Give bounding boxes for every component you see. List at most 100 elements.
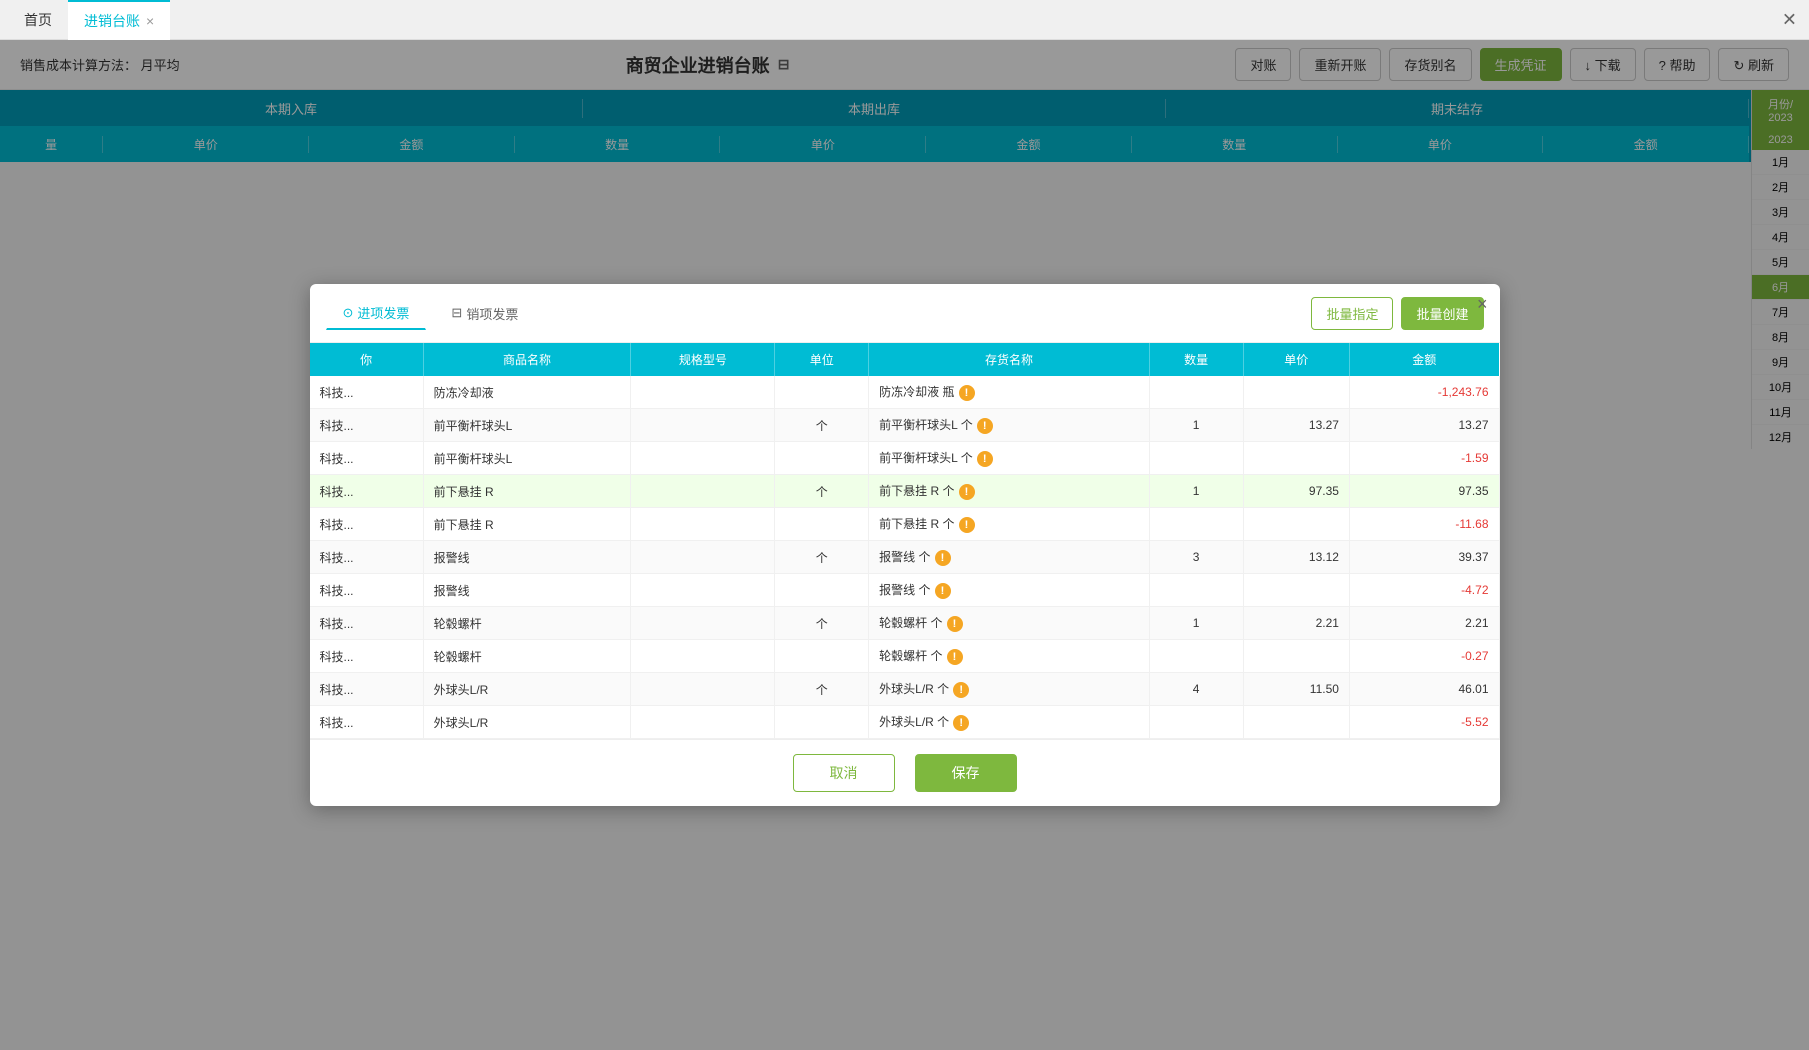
table-cell: 外球头L/R xyxy=(423,706,631,739)
table-cell xyxy=(631,409,775,442)
dialog-footer: 取消 保存 xyxy=(310,739,1500,806)
table-cell: 个 xyxy=(775,409,869,442)
table-cell: 个 xyxy=(775,475,869,508)
table-cell xyxy=(631,442,775,475)
table-cell: 97.35 xyxy=(1349,475,1499,508)
table-cell xyxy=(1149,376,1243,409)
inventory-name: 报警线 个 xyxy=(879,583,930,597)
table-cell xyxy=(775,706,869,739)
table-cell xyxy=(1243,640,1349,673)
dialog-table: 你 商品名称 规格型号 单位 存货名称 数量 单价 金额 科技...防冻冷却液防… xyxy=(310,343,1500,739)
table-row: 科技...轮毂螺杆轮毂螺杆 个!-0.27 xyxy=(310,640,1500,673)
window-close-button[interactable]: ✕ xyxy=(1782,9,1797,30)
table-cell: 3 xyxy=(1149,541,1243,574)
tab-input-label: 进项发票 xyxy=(357,303,409,322)
table-cell: -1,243.76 xyxy=(1349,376,1499,409)
inventory-name: 轮毂螺杆 个 xyxy=(879,649,942,663)
table-cell xyxy=(631,376,775,409)
table-cell: 报警线 个! xyxy=(869,574,1150,607)
table-row: 科技...防冻冷却液防冻冷却液 瓶!-1,243.76 xyxy=(310,376,1500,409)
table-cell: 前下悬挂 R 个! xyxy=(869,475,1150,508)
inventory-name: 前平衡杆球头L 个 xyxy=(879,418,973,432)
table-cell: 1 xyxy=(1149,409,1243,442)
inventory-name: 防冻冷却液 瓶 xyxy=(879,385,954,399)
tab-home[interactable]: 首页 xyxy=(8,0,68,40)
inventory-name: 轮毂螺杆 个 xyxy=(879,616,942,630)
table-row: 科技...外球头L/R外球头L/R 个!-5.52 xyxy=(310,706,1500,739)
warning-icon: ! xyxy=(959,517,975,533)
table-cell: 科技... xyxy=(310,376,424,409)
table-cell xyxy=(631,508,775,541)
table-row: 科技...外球头L/R个外球头L/R 个!411.5046.01 xyxy=(310,673,1500,706)
warning-icon: ! xyxy=(977,451,993,467)
table-cell: 前平衡杆球头L xyxy=(423,409,631,442)
table-row: 科技...前平衡杆球头L个前平衡杆球头L 个!113.2713.27 xyxy=(310,409,1500,442)
table-cell xyxy=(1149,640,1243,673)
th-qty: 数量 xyxy=(1149,343,1243,376)
table-cell: 外球头L/R 个! xyxy=(869,706,1150,739)
table-cell: 46.01 xyxy=(1349,673,1499,706)
table-cell xyxy=(1149,574,1243,607)
th-product-name: 商品名称 xyxy=(423,343,631,376)
table-cell: 科技... xyxy=(310,508,424,541)
cancel-button[interactable]: 取消 xyxy=(793,754,895,792)
warning-icon: ! xyxy=(947,649,963,665)
table-row: 科技...前下悬挂 R前下悬挂 R 个!-11.68 xyxy=(310,508,1500,541)
table-cell: 前下悬挂 R xyxy=(423,475,631,508)
warning-icon: ! xyxy=(935,550,951,566)
warning-icon: ! xyxy=(953,715,969,731)
table-cell: 4 xyxy=(1149,673,1243,706)
table-cell: -4.72 xyxy=(1349,574,1499,607)
tab-ledger-close[interactable]: × xyxy=(146,13,154,29)
table-cell: 轮毂螺杆 个! xyxy=(869,607,1150,640)
save-button[interactable]: 保存 xyxy=(915,754,1017,792)
table-cell: 2.21 xyxy=(1349,607,1499,640)
table-cell: 个 xyxy=(775,607,869,640)
tab-output-invoice[interactable]: ⊟ 销项发票 xyxy=(434,297,535,330)
modal-overlay: ⊙ 进项发票 ⊟ 销项发票 批量指定 批量创建 × 你 xyxy=(0,40,1809,1050)
tab-ledger-label: 进销台账 xyxy=(84,11,140,31)
table-cell: 报警线 xyxy=(423,541,631,574)
table-cell xyxy=(631,640,775,673)
table-cell xyxy=(1243,574,1349,607)
inventory-name: 外球头L/R 个 xyxy=(879,715,949,729)
tab-output-label: 销项发票 xyxy=(466,304,518,323)
table-cell: 科技... xyxy=(310,673,424,706)
table-cell: 科技... xyxy=(310,574,424,607)
table-cell: 报警线 xyxy=(423,574,631,607)
table-cell: 轮毂螺杆 个! xyxy=(869,640,1150,673)
table-cell: 2.21 xyxy=(1243,607,1349,640)
tab-ledger[interactable]: 进销台账 × xyxy=(68,0,170,40)
invoice-dialog: ⊙ 进项发票 ⊟ 销项发票 批量指定 批量创建 × 你 xyxy=(310,284,1500,806)
tab-input-invoice[interactable]: ⊙ 进项发票 xyxy=(326,296,427,330)
th-col1: 你 xyxy=(310,343,424,376)
table-cell xyxy=(1243,376,1349,409)
table-row: 科技...报警线 报警线 个! -4.72 xyxy=(310,574,1500,607)
tab-output-icon: ⊟ xyxy=(451,305,462,321)
table-cell: -11.68 xyxy=(1349,508,1499,541)
dialog-close-button[interactable]: × xyxy=(1477,294,1488,315)
warning-icon: ! xyxy=(959,385,975,401)
table-cell: 前平衡杆球头L xyxy=(423,442,631,475)
table-cell: 97.35 xyxy=(1243,475,1349,508)
inventory-name: 外球头L/R 个 xyxy=(879,682,949,696)
dialog-header: ⊙ 进项发票 ⊟ 销项发票 批量指定 批量创建 × xyxy=(310,284,1500,343)
batch-create-button[interactable]: 批量创建 xyxy=(1401,297,1483,330)
batch-specify-button[interactable]: 批量指定 xyxy=(1311,297,1393,330)
dialog-header-actions: 批量指定 批量创建 xyxy=(1311,297,1483,330)
table-cell xyxy=(631,574,775,607)
table-cell: 报警线 个! xyxy=(869,541,1150,574)
table-cell: 1 xyxy=(1149,475,1243,508)
table-cell xyxy=(1243,706,1349,739)
table-cell: 科技... xyxy=(310,475,424,508)
table-cell xyxy=(1149,508,1243,541)
inventory-name: 报警线 个 xyxy=(879,550,930,564)
table-row: 科技...前平衡杆球头L前平衡杆球头L 个!-1.59 xyxy=(310,442,1500,475)
table-cell: 个 xyxy=(775,541,869,574)
table-cell: 轮毂螺杆 xyxy=(423,607,631,640)
warning-icon: ! xyxy=(935,583,951,599)
table-cell: 1 xyxy=(1149,607,1243,640)
table-cell: 13.12 xyxy=(1243,541,1349,574)
table-cell xyxy=(1243,442,1349,475)
th-price: 单价 xyxy=(1243,343,1349,376)
